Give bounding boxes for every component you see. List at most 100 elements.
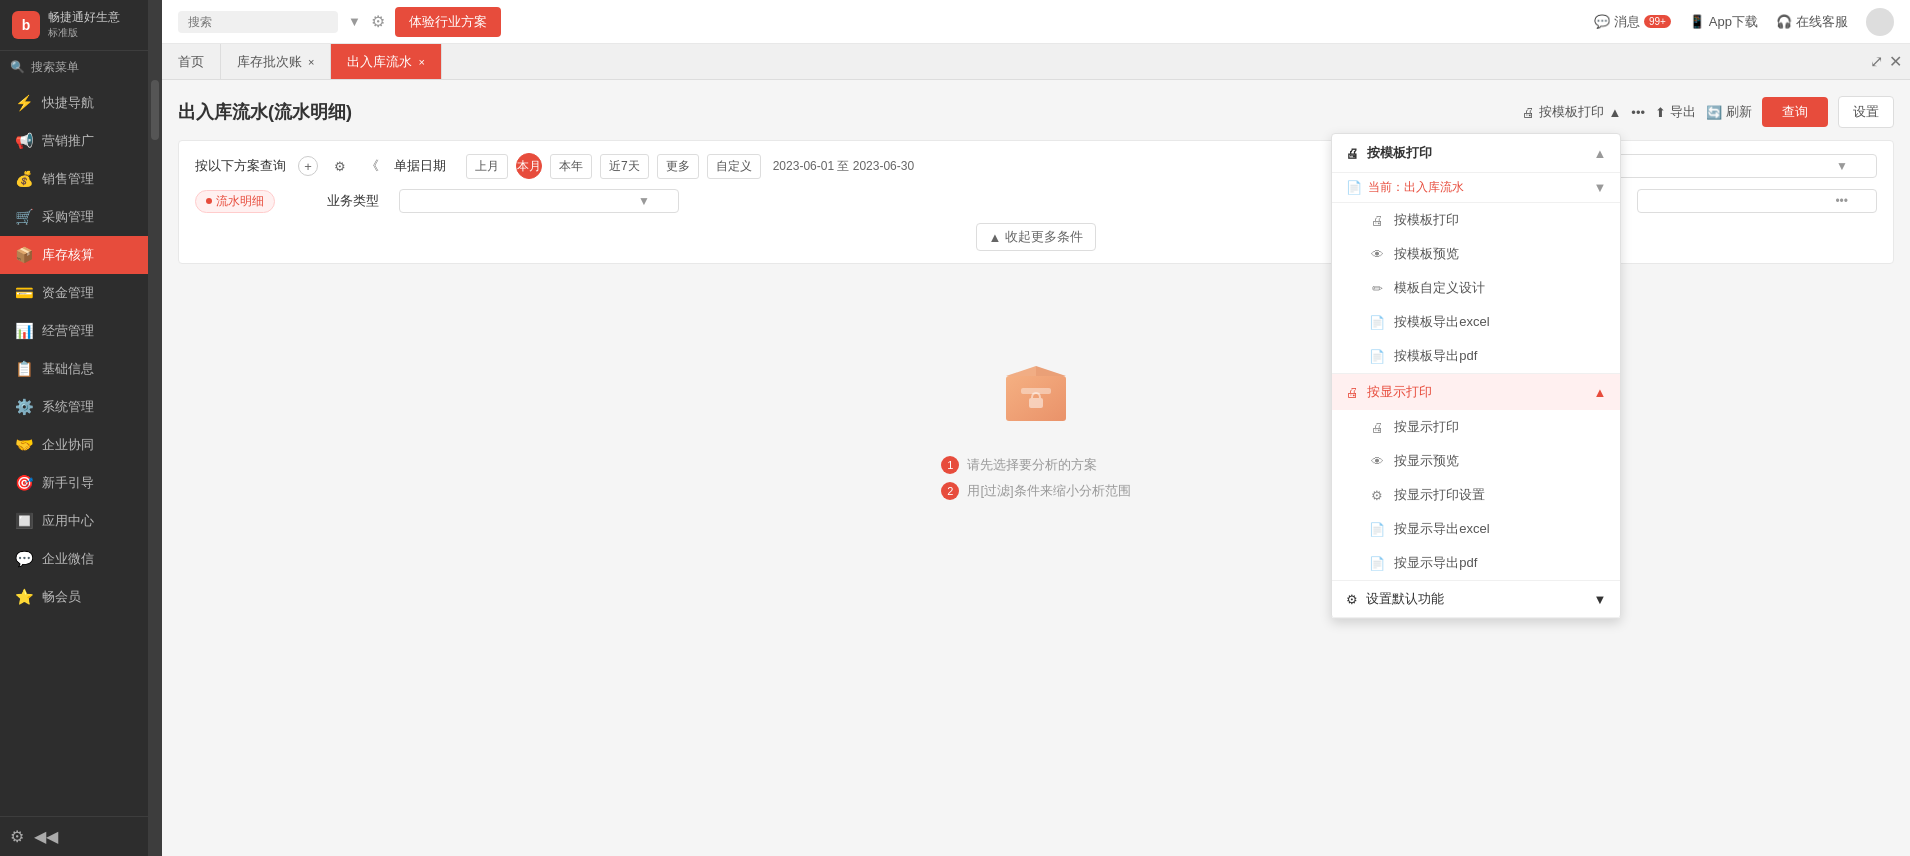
template-print-item[interactable]: 🖨 按模板打印 — [1332, 203, 1620, 237]
sidebar-item-label: 企业协同 — [42, 436, 94, 454]
export-btn[interactable]: ⬆ 导出 — [1655, 103, 1696, 121]
template-print-label: 按模板打印 — [1394, 211, 1459, 229]
refresh-icon: 🔄 — [1706, 105, 1722, 120]
design-sub-icon: ✏ — [1368, 279, 1386, 297]
date-btn-this-year[interactable]: 本年 — [550, 154, 592, 179]
sidebar-item-guide[interactable]: 🎯 新手引导 — [0, 464, 148, 502]
display-settings-label: 按显示打印设置 — [1394, 486, 1485, 504]
sidebar-item-member[interactable]: ⭐ 畅会员 — [0, 578, 148, 616]
sidebar-item-shortcut[interactable]: ⚡ 快捷导航 — [0, 84, 148, 122]
print-template-btn[interactable]: 🖨 按模板打印 ▲ — [1522, 103, 1621, 121]
purchase-icon: 🛒 — [14, 208, 34, 226]
date-btn-7days[interactable]: 近7天 — [600, 154, 649, 179]
sidebar-item-sales[interactable]: 💰 销售管理 — [0, 160, 148, 198]
business-type-select[interactable]: ▼ — [399, 189, 679, 213]
query-btn[interactable]: 查询 — [1762, 97, 1828, 127]
settings-btn[interactable]: 设置 — [1838, 96, 1894, 128]
apps-icon: 🔲 — [14, 512, 34, 530]
display-print-item[interactable]: 🖨 按显示打印 — [1332, 410, 1620, 444]
default-settings-item[interactable]: ⚙ 设置默认功能 ▼ — [1332, 581, 1620, 617]
sidebar-item-label: 企业微信 — [42, 550, 94, 568]
refresh-btn[interactable]: 🔄 刷新 — [1706, 103, 1752, 121]
online-service-btn[interactable]: 🎧 在线客服 — [1776, 13, 1848, 31]
display-pdf-item[interactable]: 📄 按显示导出pdf — [1332, 546, 1620, 580]
app-download-btn[interactable]: 📱 App下载 — [1689, 13, 1758, 31]
system-icon: ⚙️ — [14, 398, 34, 416]
sidebar-item-operations[interactable]: 📊 经营管理 — [0, 312, 148, 350]
sidebar-item-finance[interactable]: 💳 资金管理 — [0, 274, 148, 312]
sidebar-item-wechat[interactable]: 💬 企业微信 — [0, 540, 148, 578]
display-settings-item[interactable]: ⚙ 按显示打印设置 — [1332, 478, 1620, 512]
finance-icon: 💳 — [14, 284, 34, 302]
d-pdf-icon: 📄 — [1368, 554, 1386, 572]
template-preview-item[interactable]: 👁 按模板预览 — [1332, 237, 1620, 271]
more-actions-btn[interactable]: ••• — [1631, 105, 1645, 120]
topbar-dropdown-icon[interactable]: ▼ — [348, 14, 361, 29]
sidebar-item-label: 应用中心 — [42, 512, 94, 530]
template-preview-label: 按模板预览 — [1394, 245, 1459, 263]
print-template-label: 按模板打印 — [1539, 103, 1604, 121]
tab-close-btn[interactable]: ✕ — [1889, 52, 1902, 71]
sidebar-scrollbar[interactable] — [148, 0, 162, 856]
sidebar-nav: ⚡ 快捷导航 📢 营销推广 💰 销售管理 🛒 采购管理 📦 库存核算 💳 资金管… — [0, 84, 148, 816]
template-design-item[interactable]: ✏ 模板自定义设计 — [1332, 271, 1620, 305]
ellipsis-icon: ••• — [1631, 105, 1645, 120]
sidebar-item-marketing[interactable]: 📢 营销推广 — [0, 122, 148, 160]
tab-fullscreen-btn[interactable]: ⤢ — [1870, 52, 1883, 71]
filter-settings-btn[interactable]: ⚙ — [330, 156, 350, 176]
tab-home[interactable]: 首页 — [162, 44, 221, 79]
topbar-gear-icon[interactable]: ⚙ — [371, 12, 385, 31]
topbar-right: 💬 消息 99+ 📱 App下载 🎧 在线客服 — [1594, 8, 1894, 36]
sidebar-item-label: 系统管理 — [42, 398, 94, 416]
warehouse-more-icon[interactable]: ••• — [1835, 194, 1848, 208]
user-avatar[interactable] — [1866, 8, 1894, 36]
industry-btn[interactable]: 体验行业方案 — [395, 7, 501, 37]
template-pdf-item[interactable]: 📄 按模板导出pdf — [1332, 339, 1620, 373]
template-excel-item[interactable]: 📄 按模板导出excel — [1332, 305, 1620, 339]
empty-step-2: 2 用[过滤]条件来缩小分析范围 — [941, 482, 1130, 500]
filter-collapse-btn[interactable]: 《 — [362, 156, 382, 176]
sidebar-item-enterprise[interactable]: 🤝 企业协同 — [0, 426, 148, 464]
filter-label: 按以下方案查询 — [195, 157, 286, 175]
sidebar-item-inventory[interactable]: 📦 库存核算 — [0, 236, 148, 274]
sidebar-item-basic[interactable]: 📋 基础信息 — [0, 350, 148, 388]
page-actions: 🖨 按模板打印 ▲ 🖨 按模板打印 ▲ — [1522, 96, 1894, 128]
settings-icon[interactable]: ⚙ — [10, 827, 24, 846]
display-excel-item[interactable]: 📄 按显示导出excel — [1332, 512, 1620, 546]
filter-add-btn[interactable]: + — [298, 156, 318, 176]
display-preview-item[interactable]: 👁 按显示预览 — [1332, 444, 1620, 478]
sidebar-item-apps[interactable]: 🔲 应用中心 — [0, 502, 148, 540]
message-icon: 💬 — [1594, 14, 1610, 29]
date-btn-last-month[interactable]: 上月 — [466, 154, 508, 179]
tab-batch-close[interactable]: × — [308, 56, 314, 68]
d-print-icon: 🖨 — [1368, 418, 1386, 436]
date-btn-more[interactable]: 更多 — [657, 154, 699, 179]
date-btn-custom[interactable]: 自定义 — [707, 154, 761, 179]
topbar-search-input[interactable] — [178, 11, 338, 33]
sales-icon: 💰 — [14, 170, 34, 188]
collapse-sidebar-icon[interactable]: ◀◀ — [34, 827, 58, 846]
empty-illustration — [986, 336, 1086, 436]
message-btn[interactable]: 💬 消息 99+ — [1594, 13, 1671, 31]
date-btn-this-month[interactable]: 本月 — [516, 153, 542, 179]
preview-sub-icon: 👁 — [1368, 245, 1386, 263]
warehouse-select[interactable]: ••• — [1637, 189, 1877, 213]
panel-arrow-icon: ▲ — [1593, 146, 1606, 161]
search-label: 搜索菜单 — [31, 59, 79, 76]
sidebar-search[interactable]: 🔍 搜索菜单 — [0, 51, 148, 84]
chevron-up-icon: ▲ — [1608, 105, 1621, 120]
print-dropdown-wrapper: 🖨 按模板打印 ▲ 🖨 按模板打印 ▲ — [1522, 103, 1621, 121]
filter-area: 按以下方案查询 + ⚙ 《 单据日期 上月 本月 本年 近7天 更多 自定义 2… — [178, 140, 1894, 264]
collapse-more-btn[interactable]: ▲ 收起更多条件 — [976, 223, 1097, 251]
sidebar-item-system[interactable]: ⚙️ 系统管理 — [0, 388, 148, 426]
display-excel-label: 按显示导出excel — [1394, 520, 1489, 538]
topbar: ▼ ⚙ 体验行业方案 💬 消息 99+ 📱 App下载 🎧 在线客服 — [162, 0, 1910, 44]
sidebar-item-label: 资金管理 — [42, 284, 94, 302]
tab-batch-account[interactable]: 库存批次账 × — [221, 44, 331, 79]
display-print-header[interactable]: 🖨 按显示打印 ▲ — [1332, 374, 1620, 410]
tab-flow-close[interactable]: × — [418, 56, 424, 68]
sidebar-item-purchase[interactable]: 🛒 采购管理 — [0, 198, 148, 236]
doc-type-select[interactable]: ▼ — [1597, 154, 1877, 178]
template-pdf-label: 按模板导出pdf — [1394, 347, 1477, 365]
tab-flow-detail[interactable]: 出入库流水 × — [331, 44, 441, 79]
